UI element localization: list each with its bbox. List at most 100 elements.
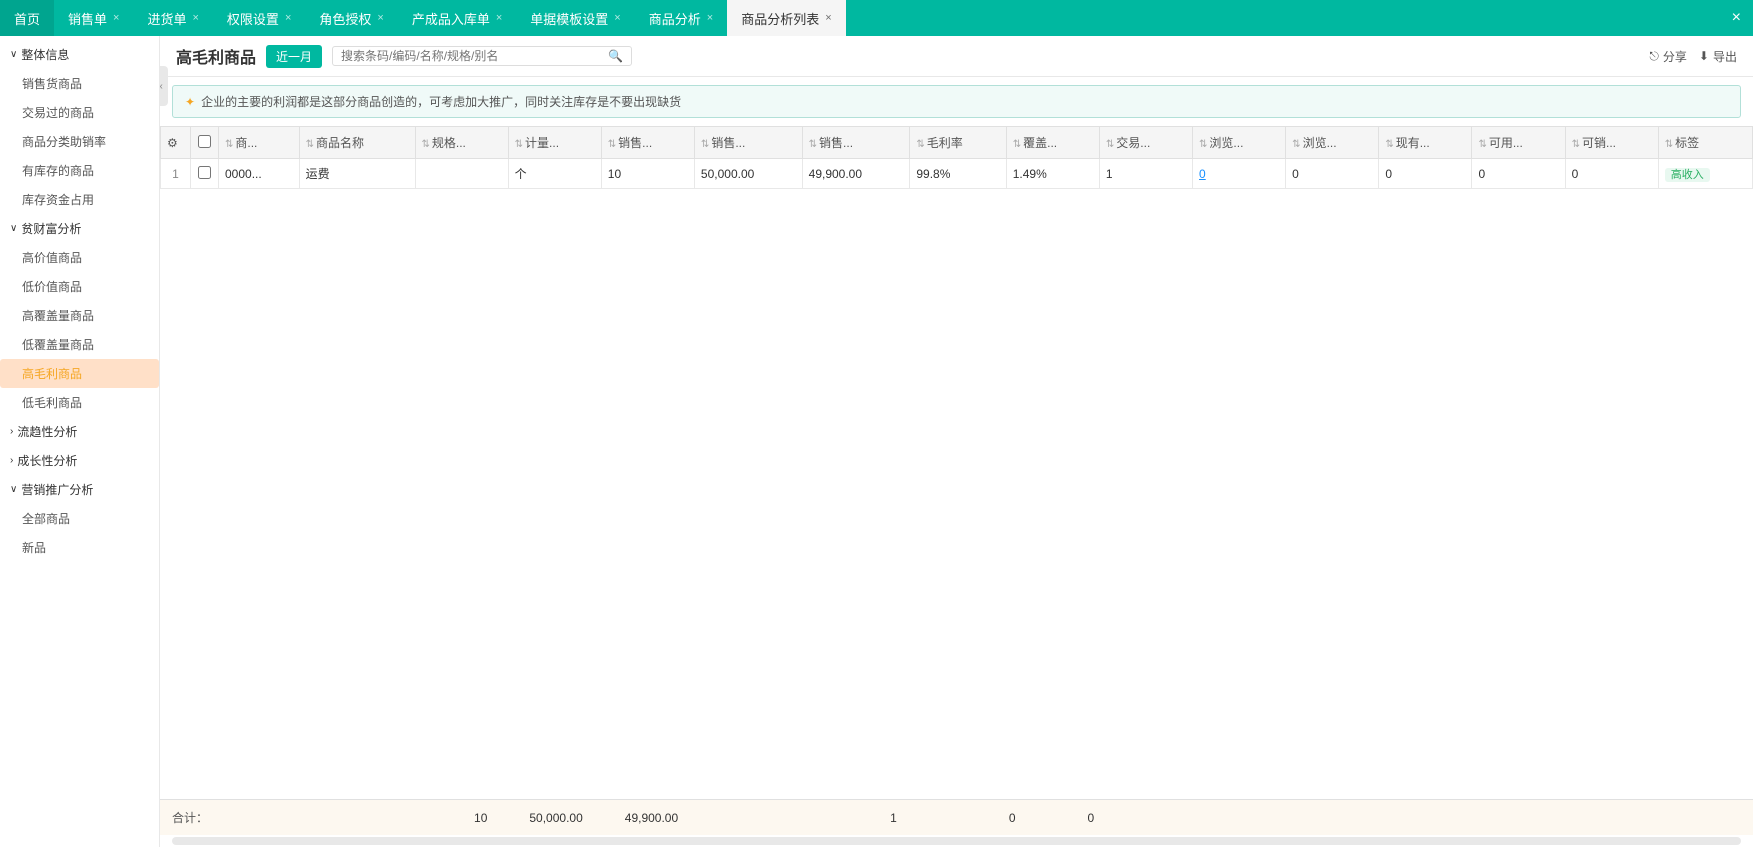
col-spec[interactable]: ⇅规格... <box>415 127 508 159</box>
nav-analysis[interactable]: 商品分析 × <box>635 0 727 36</box>
sidebar-item-high-coverage[interactable]: 高覆盖量商品 <box>0 301 159 330</box>
row-num: 1 <box>161 159 191 189</box>
main-layout: ∨ 整体信息 销售货商品 交易过的商品 商品分类助销率 有库存的商品 库存资金占… <box>0 36 1753 847</box>
row-checkbox[interactable] <box>191 159 219 189</box>
nav-analysis-list[interactable]: 商品分析列表 × <box>727 0 845 36</box>
col-sellable[interactable]: ⇅可销... <box>1565 127 1658 159</box>
sidebar-item-sales-goods[interactable]: 销售货商品 <box>0 69 159 98</box>
nav-permission[interactable]: 权限设置 × <box>213 0 305 36</box>
sidebar-item-new-goods[interactable]: 新品 <box>0 533 159 562</box>
share-icon: ⎋ <box>1649 49 1659 64</box>
col-sales-qty[interactable]: ⇅销售... <box>601 127 694 159</box>
col-sales-amount[interactable]: ⇅销售... <box>694 127 802 159</box>
expand-arrow-icon: ∨ <box>10 223 17 234</box>
nav-product-in[interactable]: 产成品入库单 × <box>398 0 516 36</box>
sidebar-group-overall[interactable]: ∨ 整体信息 <box>0 40 159 69</box>
close-icon[interactable]: × <box>377 12 383 24</box>
sidebar-item-stock-capital[interactable]: 库存资金占用 <box>0 185 159 214</box>
row-sales-cost: 49,900.00 <box>802 159 910 189</box>
sidebar-item-high-value[interactable]: 高价值商品 <box>0 243 159 272</box>
page-title: 高毛利商品 <box>176 44 256 68</box>
row-name: 运费 <box>299 159 415 189</box>
row-unit: 个 <box>508 159 601 189</box>
close-icon[interactable]: × <box>192 12 198 24</box>
sidebar-item-traded-goods[interactable]: 交易过的商品 <box>0 98 159 127</box>
col-trade[interactable]: ⇅交易... <box>1099 127 1192 159</box>
sidebar-item-category-rate[interactable]: 商品分类助销率 <box>0 127 159 156</box>
sidebar-item-low-value[interactable]: 低价值商品 <box>0 272 159 301</box>
col-gross-rate[interactable]: ⇅毛利率 <box>910 127 1006 159</box>
footer-available: 0 <box>1003 811 1022 825</box>
sidebar-group-marketing[interactable]: ∨ 营销推广分析 <box>0 475 159 504</box>
col-settings[interactable]: ⚙ <box>161 127 191 159</box>
close-icon[interactable]: × <box>113 12 119 24</box>
sidebar-group-growth[interactable]: › 成长性分析 <box>0 446 159 475</box>
sidebar-collapse-button[interactable]: « <box>160 66 168 106</box>
top-nav: 首页 销售单 × 进货单 × 权限设置 × 角色授权 × 产成品入库单 × 单据… <box>0 0 1753 36</box>
close-icon[interactable]: × <box>285 12 291 24</box>
col-unit[interactable]: ⇅计量... <box>508 127 601 159</box>
row-browse1[interactable]: 0 <box>1193 159 1286 189</box>
col-code[interactable]: ⇅商... <box>219 127 300 159</box>
close-icon[interactable]: × <box>496 12 502 24</box>
row-available: 0 <box>1472 159 1565 189</box>
row-sellable: 0 <box>1565 159 1658 189</box>
export-button[interactable]: ⬇ 导出 <box>1699 48 1737 65</box>
col-coverage[interactable]: ⇅覆盖... <box>1006 127 1099 159</box>
nav-purchase[interactable]: 进货单 × <box>133 0 212 36</box>
sidebar-item-high-margin[interactable]: 高毛利商品 <box>0 359 159 388</box>
row-select-checkbox[interactable] <box>198 166 211 179</box>
select-all-checkbox[interactable] <box>198 135 211 148</box>
col-sales-cost[interactable]: ⇅销售... <box>802 127 910 159</box>
col-tag[interactable]: ⇅标签 <box>1658 127 1752 159</box>
share-button[interactable]: ⎋ 分享 <box>1649 48 1687 65</box>
close-icon[interactable]: × <box>707 12 713 24</box>
sidebar-group-wealth[interactable]: ∨ 贫财富分析 <box>0 214 159 243</box>
nav-home[interactable]: 首页 <box>0 0 54 36</box>
sidebar-group-trend[interactable]: › 流趋性分析 <box>0 417 159 446</box>
date-filter-button[interactable]: 近一月 <box>266 45 322 68</box>
row-gross-rate: 99.8% <box>910 159 1006 189</box>
data-table: ⚙ ⇅商... ⇅商品名称 ⇅规格... ⇅计量... ⇅销售... ⇅销售..… <box>160 126 1753 189</box>
close-icon[interactable]: × <box>825 12 831 24</box>
nav-role[interactable]: 角色授权 × <box>305 0 397 36</box>
col-browse1[interactable]: ⇅浏览... <box>1193 127 1286 159</box>
col-stock-now[interactable]: ⇅现有... <box>1379 127 1472 159</box>
row-browse2: 0 <box>1286 159 1379 189</box>
expand-arrow-icon: › <box>10 426 13 437</box>
expand-arrow-icon: ∨ <box>10 49 17 60</box>
header-actions: ⎋ 分享 ⬇ 导出 <box>1649 48 1737 65</box>
row-spec <box>415 159 508 189</box>
status-badge: 高收入 <box>1665 168 1710 182</box>
sidebar-item-low-margin[interactable]: 低毛利商品 <box>0 388 159 417</box>
horizontal-scrollbar[interactable] <box>172 837 1741 845</box>
sidebar-item-low-coverage[interactable]: 低覆盖量商品 <box>0 330 159 359</box>
nav-sales[interactable]: 销售单 × <box>54 0 133 36</box>
close-icon[interactable]: × <box>614 12 620 24</box>
search-input[interactable] <box>341 49 608 63</box>
content-header: 高毛利商品 近一月 🔍 ⎋ 分享 ⬇ 导出 <box>160 36 1753 77</box>
footer-total-label: 合计： <box>172 809 208 826</box>
info-banner: ✦ 企业的主要的利润都是这部分商品创造的，可考虑加大推广，同时关注库存是不要出现… <box>172 85 1741 118</box>
row-sales-amount: 50,000.00 <box>694 159 802 189</box>
col-checkbox[interactable] <box>191 127 219 159</box>
sidebar-item-in-stock[interactable]: 有库存的商品 <box>0 156 159 185</box>
sidebar: ∨ 整体信息 销售货商品 交易过的商品 商品分类助销率 有库存的商品 库存资金占… <box>0 36 160 847</box>
footer-cells: 10 50,000.00 49,900.00 1 0 0 <box>268 811 1741 825</box>
global-close-button[interactable]: × <box>1720 0 1753 36</box>
footer-sales-cost: 49,900.00 <box>619 811 684 825</box>
footer-trade: 1 <box>884 811 903 825</box>
content-area: « 高毛利商品 近一月 🔍 ⎋ 分享 ⬇ 导出 ✦ <box>160 36 1753 847</box>
col-name[interactable]: ⇅商品名称 <box>299 127 415 159</box>
row-trade: 1 <box>1099 159 1192 189</box>
search-icon[interactable]: 🔍 <box>608 49 623 63</box>
row-tag: 高收入 <box>1658 159 1752 189</box>
row-stock-now: 0 <box>1379 159 1472 189</box>
sidebar-item-all-goods[interactable]: 全部商品 <box>0 504 159 533</box>
col-browse2[interactable]: ⇅浏览... <box>1286 127 1379 159</box>
nav-template[interactable]: 单据模板设置 × <box>516 0 634 36</box>
col-available[interactable]: ⇅可用... <box>1472 127 1565 159</box>
footer-sales-amount: 50,000.00 <box>523 811 588 825</box>
footer-sellable: 0 <box>1082 811 1101 825</box>
export-icon: ⬇ <box>1699 49 1709 63</box>
